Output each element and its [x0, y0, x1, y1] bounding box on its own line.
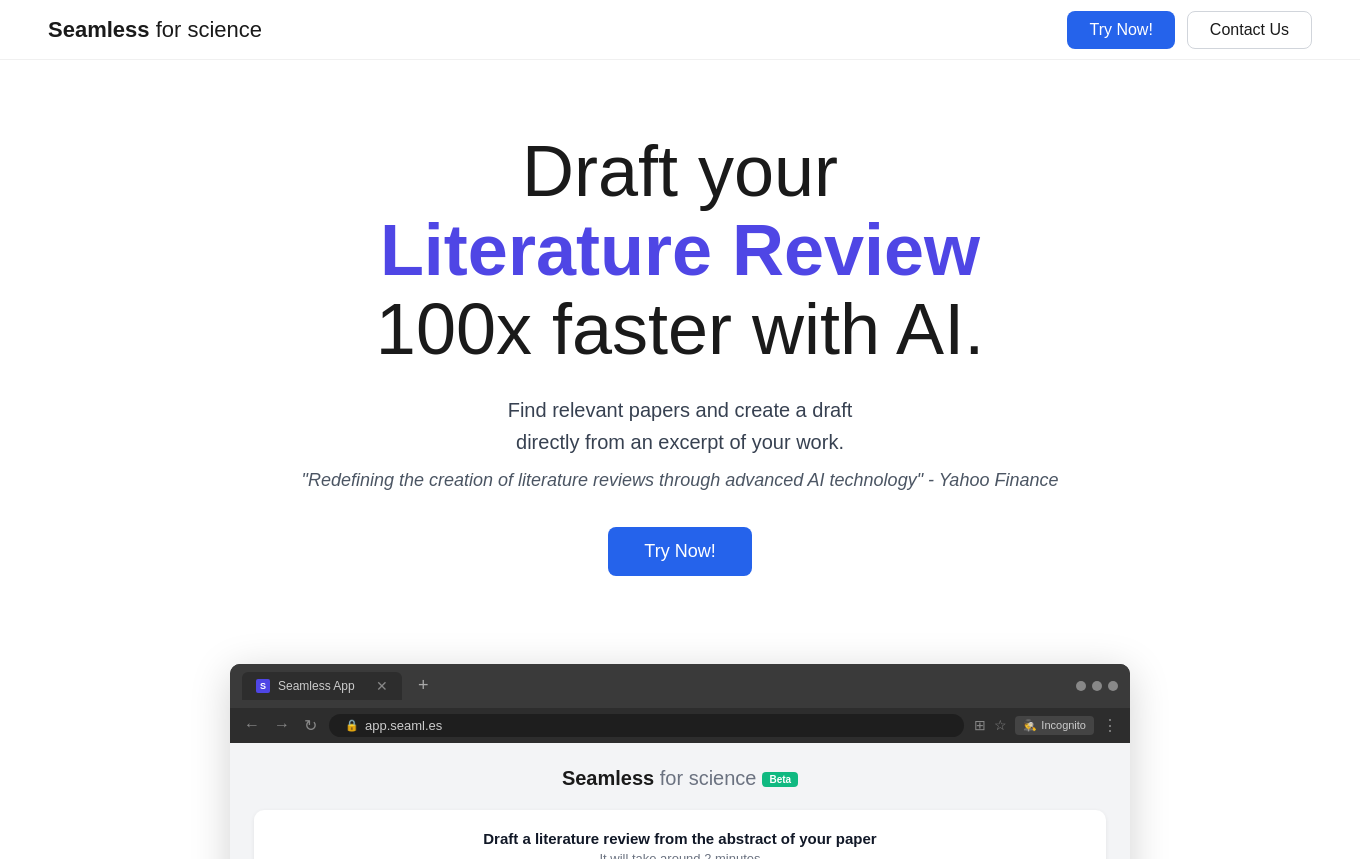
browser-titlebar: S Seamless App ✕ +: [230, 664, 1130, 708]
hero-quote: "Redefining the creation of literature r…: [24, 470, 1336, 491]
browser-tab: S Seamless App ✕: [242, 672, 402, 700]
hero-title-line2: Literature Review: [24, 211, 1336, 290]
browser-chrome: S Seamless App ✕ + ← → ↻ 🔒: [230, 664, 1130, 743]
incognito-label: Incognito: [1041, 719, 1086, 731]
try-now-button[interactable]: Try Now!: [1067, 11, 1174, 49]
maximize-icon[interactable]: [1092, 681, 1102, 691]
app-content: Seamless for science Beta Draft a literat…: [230, 743, 1130, 859]
back-button[interactable]: ←: [242, 716, 262, 734]
tab-label: Seamless App: [278, 679, 355, 693]
hero-title-line3: 100x faster with AI.: [24, 290, 1336, 369]
hero-subtitle: Find relevant papers and create a draft …: [24, 394, 1336, 458]
app-logo-light: for science: [654, 767, 756, 789]
logo-regular: for science: [150, 17, 263, 42]
browser-right-icons: ⊞ ☆ 🕵 Incognito ⋮: [974, 716, 1118, 735]
incognito-badge: 🕵 Incognito: [1015, 716, 1094, 735]
minimize-icon[interactable]: [1076, 681, 1086, 691]
hero-cta: Try Now!: [24, 527, 1336, 576]
app-logo: Seamless for science Beta: [562, 767, 798, 789]
reload-button[interactable]: ↻: [302, 716, 319, 735]
forward-button[interactable]: →: [272, 716, 292, 734]
app-card: Draft a literature review from the abstr…: [254, 810, 1106, 859]
browser-window: S Seamless App ✕ + ← → ↻ 🔒: [230, 664, 1130, 859]
app-logo-bold: Seamless: [562, 767, 654, 789]
contact-us-button[interactable]: Contact Us: [1187, 11, 1312, 49]
new-tab-button[interactable]: +: [410, 675, 437, 696]
browser-addressbar: ← → ↻ 🔒 app.seaml.es ⊞ ☆ 🕵 Incognito ⋮: [230, 708, 1130, 743]
screenshot-wrapper: S Seamless App ✕ + ← → ↻ 🔒: [0, 664, 1360, 859]
browser-controls-right: [1076, 681, 1118, 691]
hero-try-now-button[interactable]: Try Now!: [608, 527, 751, 576]
tab-close-icon[interactable]: ✕: [376, 678, 388, 694]
app-inner-header: Seamless for science Beta: [254, 767, 1106, 790]
logo-bold: Seamless: [48, 17, 150, 42]
logo: Seamless for science: [48, 17, 262, 43]
hero-subtitle-line1: Find relevant papers and create a draft: [508, 399, 853, 421]
hero-section: Draft your Literature Review 100x faster…: [0, 60, 1360, 616]
hero-title: Draft your Literature Review 100x faster…: [24, 132, 1336, 370]
tab-favicon: S: [256, 679, 270, 693]
extensions-icon: ⊞: [974, 717, 986, 733]
hero-subtitle-line2: directly from an excerpt of your work.: [516, 431, 844, 453]
address-field[interactable]: 🔒 app.seaml.es: [329, 714, 964, 737]
hero-title-line1: Draft your: [24, 132, 1336, 211]
lock-icon: 🔒: [345, 719, 359, 732]
beta-badge: Beta: [762, 772, 798, 787]
address-text: app.seaml.es: [365, 718, 442, 733]
header-buttons: Try Now! Contact Us: [1067, 11, 1312, 49]
close-icon[interactable]: [1108, 681, 1118, 691]
header: Seamless for science Try Now! Contact Us: [0, 0, 1360, 60]
menu-icon[interactable]: ⋮: [1102, 716, 1118, 735]
app-card-title: Draft a literature review from the abstr…: [278, 830, 1082, 847]
app-card-subtitle: It will take around 2 minutes: [278, 851, 1082, 859]
bookmark-icon: ☆: [994, 717, 1007, 733]
incognito-icon: 🕵: [1023, 719, 1037, 732]
